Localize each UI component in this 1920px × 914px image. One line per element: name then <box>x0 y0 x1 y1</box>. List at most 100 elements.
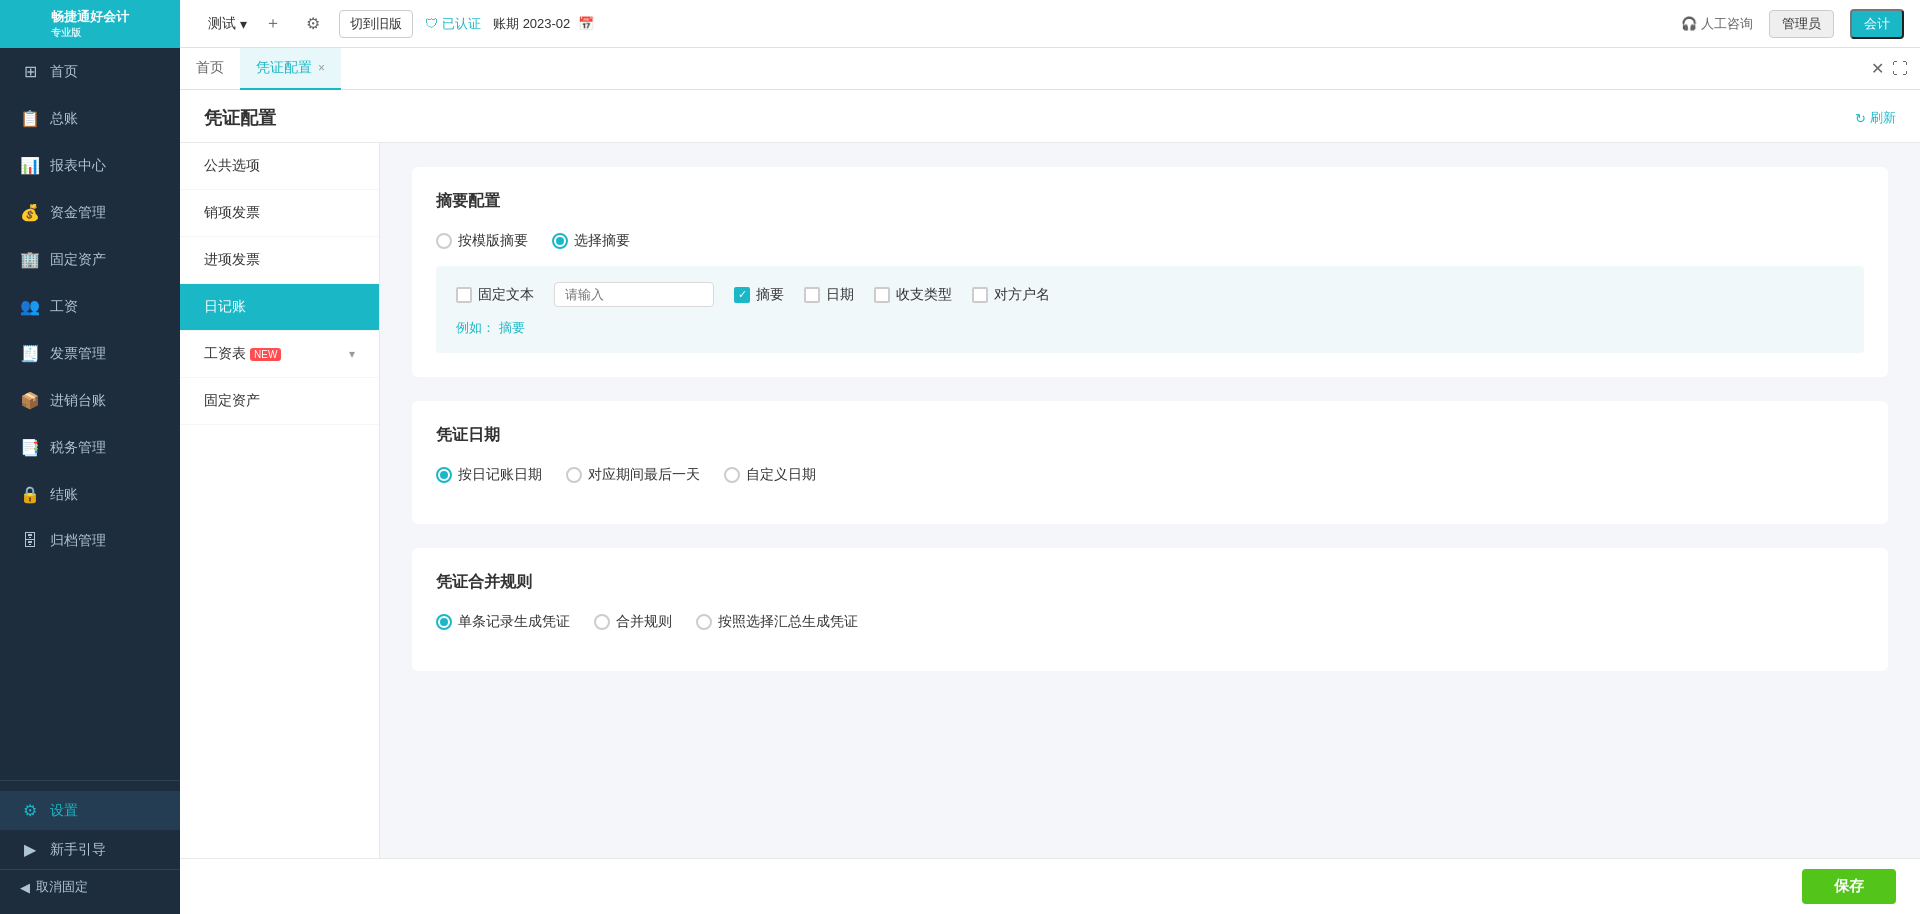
sidebar-item-fixed-assets[interactable]: 🏢 固定资产 <box>0 236 180 283</box>
sidebar-item-archive[interactable]: 🗄归档管理 <box>0 518 180 564</box>
income-expense-checkbox-box <box>874 287 890 303</box>
date-radio-period-last-circle <box>566 467 582 483</box>
income-expense-checkbox[interactable]: 收支类型 <box>874 286 952 304</box>
date-radio-custom[interactable]: 自定义日期 <box>724 466 816 484</box>
fixed-text-label: 固定文本 <box>478 286 534 304</box>
date-radio-journal-label: 按日记账日期 <box>458 466 542 484</box>
merge-radio-rules-circle <box>594 614 610 630</box>
sidebar-item-ledger[interactable]: 📋 总账 <box>0 95 180 142</box>
abstract-checkbox[interactable]: ✓ 摘要 <box>734 286 784 304</box>
merge-radio-single-circle <box>436 614 452 630</box>
left-nav-item-sales-invoice[interactable]: 销项发票 <box>180 190 379 237</box>
calendar-icon[interactable]: 📅 <box>578 16 594 31</box>
sidebar-icon-ledger: 📋 <box>20 109 40 128</box>
sidebar-item-tax[interactable]: 📑税务管理 <box>0 424 180 471</box>
left-nav-item-fixed-assets-nav[interactable]: 固定资产 <box>180 378 379 425</box>
date-radio-journal-circle <box>436 467 452 483</box>
support-btn[interactable]: 🎧 人工咨询 <box>1681 15 1753 33</box>
sidebar-icon-fixed-assets: 🏢 <box>20 250 40 269</box>
summary-radio-template-label: 按模版摘要 <box>458 232 528 250</box>
merge-radio-single[interactable]: 单条记录生成凭证 <box>436 613 570 631</box>
sidebar-icon-tax: 📑 <box>20 438 40 457</box>
sidebar-label-fixed-assets: 固定资产 <box>50 251 106 269</box>
expand-icon[interactable]: ⛶ <box>1892 60 1908 78</box>
page-header: 凭证配置 ↻ 刷新 <box>180 90 1920 143</box>
left-nav: 公共选项销项发票进项发票日记账工资表NEW▾固定资产 <box>180 143 380 858</box>
counterpart-label: 对方户名 <box>994 286 1050 304</box>
refresh-btn[interactable]: ↻ 刷新 <box>1855 109 1896 127</box>
unpin-bar[interactable]: ◀ 取消固定 <box>0 869 180 904</box>
tab-close-icon[interactable]: × <box>318 61 325 75</box>
support-label: 人工咨询 <box>1701 15 1753 33</box>
company-name-btn[interactable]: 测试 ▾ <box>208 15 247 33</box>
merge-radio-select-circle <box>696 614 712 630</box>
sidebar-item-settings[interactable]: ⚙设置 <box>0 791 180 830</box>
date-section: 凭证日期 按日记账日期 对应期间最后一天 自定义日期 <box>412 401 1888 524</box>
refresh-icon: ↻ <box>1855 111 1866 126</box>
sidebar-label-ledger: 总账 <box>50 110 78 128</box>
tab-voucher-label: 凭证配置 <box>256 59 312 77</box>
sidebar-label-payroll: 工资 <box>50 298 78 316</box>
counterpart-checkbox[interactable]: 对方户名 <box>972 286 1050 304</box>
example-value: 摘要 <box>499 320 525 335</box>
counterpart-checkbox-box <box>972 287 988 303</box>
summary-title: 摘要配置 <box>436 191 1864 212</box>
fixed-text-input[interactable] <box>554 282 714 307</box>
save-button[interactable]: 保存 <box>1802 869 1896 904</box>
top-center: 测试 ▾ ＋ ⚙ 切到旧版 🛡 已认证 账期 2023-02 📅 <box>180 10 1681 38</box>
merge-radio-select[interactable]: 按照选择汇总生成凭证 <box>696 613 858 631</box>
content-layout: 公共选项销项发票进项发票日记账工资表NEW▾固定资产 摘要配置 按模版摘要 选择… <box>180 143 1920 858</box>
left-nav-item-payroll-table[interactable]: 工资表NEW▾ <box>180 331 379 378</box>
sidebar-item-purchase-sales[interactable]: 📦进销台账 <box>0 377 180 424</box>
merge-radio-rules[interactable]: 合并规则 <box>594 613 672 631</box>
logo-name: 畅捷通好会计 <box>51 8 129 26</box>
summary-radio-select-circle <box>552 233 568 249</box>
sidebar-item-guide[interactable]: ▶新手引导 <box>0 830 180 869</box>
date-radio-period-last-label: 对应期间最后一天 <box>588 466 700 484</box>
sidebar-icon-closing: 🔒 <box>20 485 40 504</box>
unpin-label: 取消固定 <box>36 878 88 896</box>
sidebar-item-reports[interactable]: 📊报表中心 <box>0 142 180 189</box>
period-label: 账期 <box>493 16 519 31</box>
settings-icon[interactable]: ⚙ <box>299 10 327 38</box>
right-content: 摘要配置 按模版摘要 选择摘要 <box>380 143 1920 858</box>
sidebar-icon-purchase-sales: 📦 <box>20 391 40 410</box>
chevron-icon-payroll-table: ▾ <box>349 347 355 361</box>
tab-voucher-config[interactable]: 凭证配置 × <box>240 48 341 90</box>
left-nav-item-public[interactable]: 公共选项 <box>180 143 379 190</box>
summary-radio-template[interactable]: 按模版摘要 <box>436 232 528 250</box>
add-icon[interactable]: ＋ <box>259 10 287 38</box>
sidebar-item-payroll[interactable]: 👥工资 <box>0 283 180 330</box>
company-name-text: 测试 <box>208 15 236 33</box>
tab-home-label: 首页 <box>196 59 224 77</box>
left-nav-item-purchase-invoice[interactable]: 进项发票 <box>180 237 379 284</box>
sidebar-icon-home: ⊞ <box>20 62 40 81</box>
sidebar-icon-guide: ▶ <box>20 840 40 859</box>
switch-btn[interactable]: 切到旧版 <box>339 10 413 38</box>
sidebar-label-invoice: 发票管理 <box>50 345 106 363</box>
summary-radio-select[interactable]: 选择摘要 <box>552 232 630 250</box>
left-nav-item-journal[interactable]: 日记账 <box>180 284 379 331</box>
date-checkbox-box <box>804 287 820 303</box>
tab-home[interactable]: 首页 <box>180 48 240 90</box>
sidebar-icon-settings: ⚙ <box>20 801 40 820</box>
merge-radio-rules-label: 合并规则 <box>616 613 672 631</box>
top-bar: 畅捷通好会计 专业版 测试 ▾ ＋ ⚙ 切到旧版 🛡 已认证 账期 2023-0… <box>0 0 1920 48</box>
date-radio-custom-label: 自定义日期 <box>746 466 816 484</box>
date-radio-journal[interactable]: 按日记账日期 <box>436 466 542 484</box>
sidebar-item-invoice[interactable]: 🧾发票管理 <box>0 330 180 377</box>
left-nav-label-payroll-table: 工资表 <box>204 345 246 361</box>
summary-radio-group: 按模版摘要 选择摘要 <box>436 232 1864 250</box>
admin-btn[interactable]: 管理员 <box>1769 10 1834 38</box>
sidebar-item-closing[interactable]: 🔒结账 <box>0 471 180 518</box>
sidebar-item-funds[interactable]: 💰资金管理 <box>0 189 180 236</box>
example-prefix: 例如： <box>456 320 495 335</box>
date-checkbox[interactable]: 日期 <box>804 286 854 304</box>
abstract-checkbox-box: ✓ <box>734 287 750 303</box>
date-radio-period-last[interactable]: 对应期间最后一天 <box>566 466 700 484</box>
summary-options-box: 固定文本 ✓ 摘要 日期 <box>436 266 1864 353</box>
sidebar-item-home[interactable]: ⊞首页 <box>0 48 180 95</box>
role-btn[interactable]: 会计 <box>1850 9 1904 39</box>
fixed-text-checkbox[interactable]: 固定文本 <box>456 286 534 304</box>
close-window-icon[interactable]: ✕ <box>1871 59 1884 78</box>
